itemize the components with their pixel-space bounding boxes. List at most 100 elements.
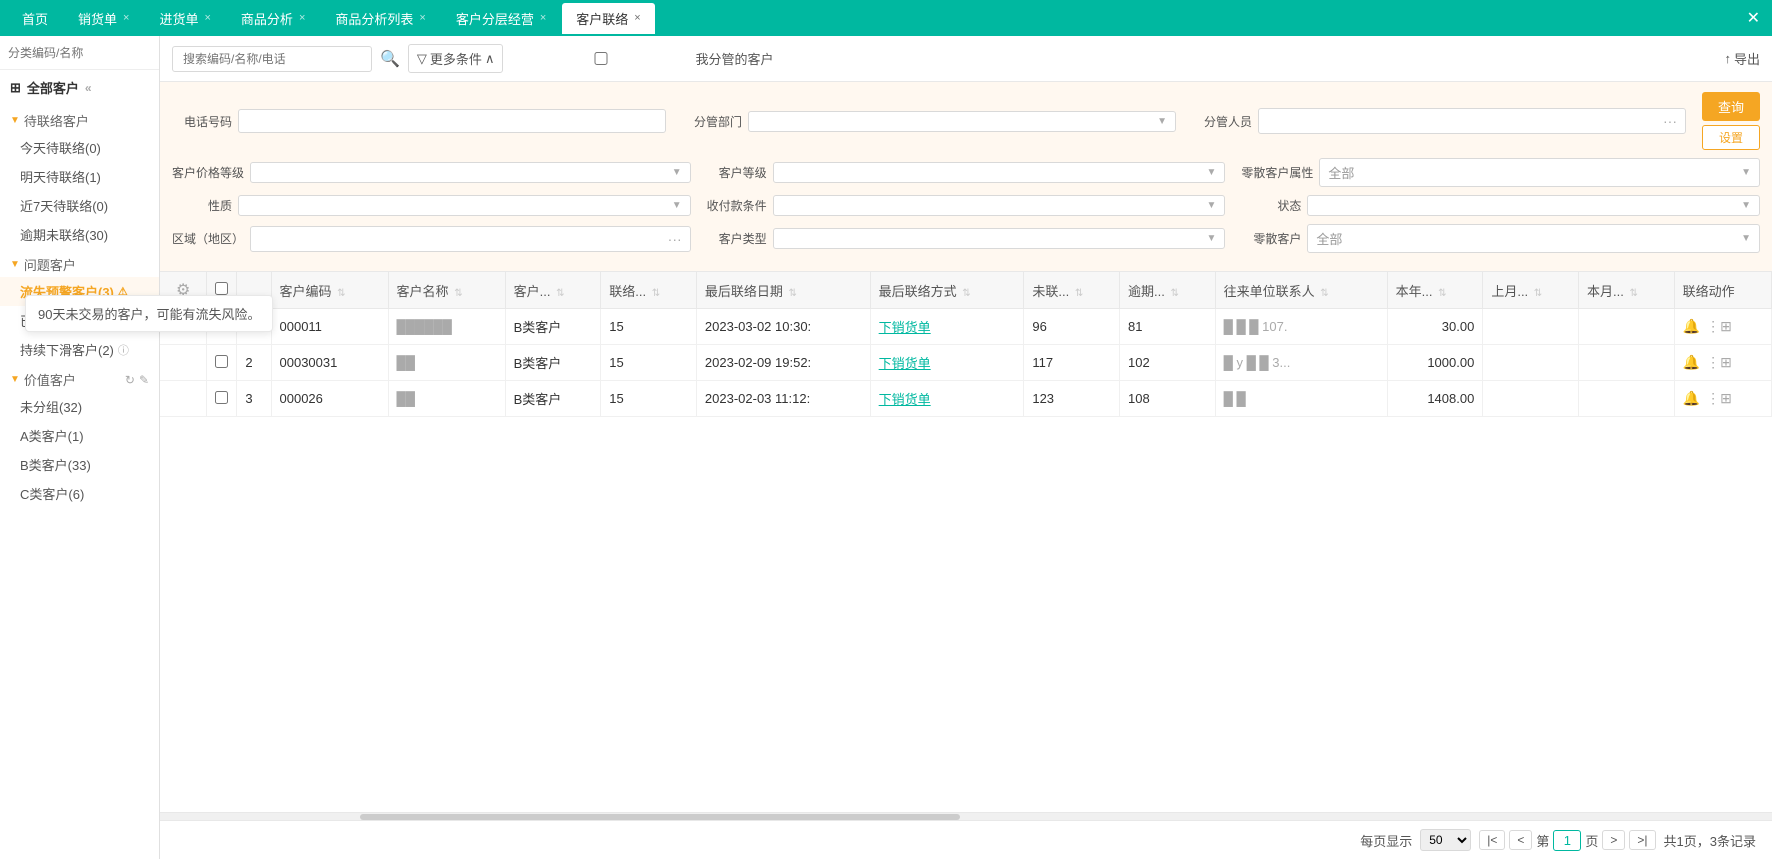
tab-purchase[interactable]: 进货单 × (145, 3, 224, 34)
filter-zero-retail-arrow: ▼ (1741, 233, 1751, 244)
th-name[interactable]: 客户名称 ⇅ (388, 272, 505, 309)
filter-customer-level-select[interactable]: ▼ (773, 162, 1226, 183)
row-last-contact-method[interactable]: 下销货单 (870, 309, 1024, 345)
filter-region-select[interactable]: ··· (250, 226, 691, 252)
th-unit-contact[interactable]: 往来单位联系人 ⇅ (1215, 272, 1387, 309)
sidebar-item-tomorrow-label: 明天待联络(1) (20, 170, 101, 185)
tab-purchase-label: 进货单 (159, 9, 198, 28)
th-code-sort: ⇅ (337, 288, 345, 299)
th-uncontacted[interactable]: 未联... ⇅ (1024, 272, 1120, 309)
sidebar-search-input[interactable] (8, 46, 160, 60)
filter-region-dots[interactable]: ··· (668, 231, 682, 247)
row-action-more[interactable]: ⋮⊞ (1706, 354, 1732, 371)
my-customers-checkbox[interactable] (511, 52, 691, 65)
filter-payment-select[interactable]: ▼ (773, 195, 1226, 216)
filter-dept-select[interactable]: ▼ (748, 111, 1176, 132)
value-group-refresh[interactable]: ↻ (125, 373, 135, 387)
th-annual[interactable]: 本年... ⇅ (1387, 272, 1483, 309)
row-last-contact-method[interactable]: 下销货单 (870, 381, 1024, 417)
row-action-contact[interactable]: 🔔 (1683, 318, 1700, 335)
sidebar-item-7days[interactable]: 近7天待联络(0) (0, 191, 159, 220)
th-last-contact-method[interactable]: 最后联络方式 ⇅ (870, 272, 1024, 309)
value-group-edit[interactable]: ✎ (139, 373, 149, 387)
th-code[interactable]: 客户编码 ⇅ (271, 272, 388, 309)
tab-analysis-list-close[interactable]: × (419, 12, 425, 24)
th-overdue[interactable]: 逾期... ⇅ (1120, 272, 1216, 309)
sidebar-group-pending[interactable]: ▼ 待联络客户 (0, 105, 159, 133)
per-page-select[interactable]: 50 100 200 (1420, 829, 1471, 851)
sidebar-item-7days-label: 近7天待联络(0) (20, 199, 108, 214)
tab-customer-contact-close[interactable]: × (634, 12, 640, 24)
filter-zero-retail-label: 零散客户 (1241, 230, 1301, 247)
tab-home[interactable]: 首页 (8, 3, 62, 34)
search-input[interactable] (172, 46, 372, 72)
search-button[interactable]: 🔍 (380, 49, 400, 69)
th-last-month[interactable]: 上月... ⇅ (1483, 272, 1579, 309)
settings-button[interactable]: 设置 (1702, 125, 1760, 150)
filter-row-1: 电话号码 分管部门 ▼ 分管人员 ··· (172, 92, 1760, 150)
th-type[interactable]: 客户... ⇅ (505, 272, 601, 309)
th-last-contact-date[interactable]: 最后联络日期 ⇅ (696, 272, 870, 309)
search-bar: 🔍 ▽ 更多条件 ∧ 我分管的客户 ↑ 导出 (160, 36, 1772, 82)
row-overdue: 102 (1120, 345, 1216, 381)
row-action-contact[interactable]: 🔔 (1683, 390, 1700, 407)
filter-manager-dots[interactable]: ··· (1663, 113, 1677, 129)
filter-status-select[interactable]: ▼ (1307, 195, 1760, 216)
sidebar-item-class-b[interactable]: B类客户(33) (0, 450, 159, 479)
sidebar-group-problem[interactable]: ▼ 问题客户 (0, 249, 159, 277)
sidebar-item-today[interactable]: 今天待联络(0) (0, 133, 159, 162)
sidebar-item-class-a[interactable]: A类客户(1) (0, 421, 159, 450)
row-name: ██ (388, 345, 505, 381)
select-all-checkbox[interactable] (215, 282, 228, 295)
page-prev-btn[interactable]: < (1509, 830, 1532, 850)
filter-price-level-select[interactable]: ▼ (250, 162, 691, 183)
sidebar-item-tomorrow[interactable]: 明天待联络(1) (0, 162, 159, 191)
page-first-btn[interactable]: |< (1479, 830, 1505, 850)
tab-analysis-close[interactable]: × (299, 12, 305, 24)
page-last-btn[interactable]: >| (1629, 830, 1655, 850)
row-checkbox[interactable] (215, 391, 228, 404)
scrollbar-thumb[interactable] (360, 814, 960, 820)
table-container: ⚙ 客户编码 ⇅ 客户名称 ⇅ (160, 272, 1772, 812)
tab-analysis-list[interactable]: 商品分析列表 × (321, 3, 439, 34)
tab-analysis[interactable]: 商品分析 × (227, 3, 319, 34)
export-button[interactable]: ↑ 导出 (1724, 49, 1760, 68)
row-action-more[interactable]: ⋮⊞ (1706, 318, 1732, 335)
row-action-more[interactable]: ⋮⊞ (1706, 390, 1732, 407)
sidebar-item-declining[interactable]: 持续下滑客户(2) ⓘ (0, 335, 159, 364)
th-contact-count[interactable]: 联络... ⇅ (601, 272, 697, 309)
row-last-contact-method[interactable]: 下销货单 (870, 345, 1024, 381)
filter-zero-retail-attr-select[interactable]: 全部 ▼ (1319, 158, 1760, 187)
th-this-month[interactable]: 本月... ⇅ (1578, 272, 1674, 309)
page-next-btn[interactable]: > (1602, 830, 1625, 850)
filter-customer-type: 客户类型 ▼ (707, 228, 1226, 249)
row-last-contact-date: 2023-02-03 11:12: (696, 381, 870, 417)
horizontal-scrollbar[interactable] (160, 812, 1772, 820)
filter-button[interactable]: ▽ 更多条件 ∧ (408, 44, 504, 73)
filter-manager-select[interactable]: ··· (1258, 108, 1686, 134)
sidebar-group-value[interactable]: ▼ 价值客户 ↻ ✎ (0, 364, 159, 392)
filter-gender-select[interactable]: ▼ (238, 195, 691, 216)
filter-customer-type-select[interactable]: ▼ (773, 228, 1226, 249)
tab-customer-tier[interactable]: 客户分层经营 × (442, 3, 560, 34)
filter-phone-input[interactable] (238, 109, 666, 133)
th-this-month-sort: ⇅ (1629, 288, 1637, 299)
sidebar-item-overdue[interactable]: 逾期未联络(30) (0, 220, 159, 249)
sidebar: 🔍 ⊞ 全部客户 « ▼ 待联络客户 今天待联络(0) 明天待联络(1) 近7天… (0, 36, 160, 859)
filter-gender: 性质 ▼ (172, 195, 691, 216)
tab-sales[interactable]: 销货单 × (64, 3, 143, 34)
row-contact-count: 15 (601, 345, 697, 381)
tab-purchase-close[interactable]: × (204, 12, 210, 24)
query-button[interactable]: 查询 (1702, 92, 1760, 121)
tab-sales-close[interactable]: × (123, 12, 129, 24)
sidebar-all-customers[interactable]: ⊞ 全部客户 « (0, 70, 159, 105)
tab-customer-tier-close[interactable]: × (540, 12, 546, 24)
sidebar-item-ungroup[interactable]: 未分组(32) (0, 392, 159, 421)
tab-customer-contact[interactable]: 客户联络 × (562, 3, 654, 34)
my-customers-label[interactable]: 我分管的客户 (511, 49, 773, 68)
row-action-contact[interactable]: 🔔 (1683, 354, 1700, 371)
close-all-button[interactable]: ✕ (1743, 4, 1764, 32)
filter-zero-retail-select[interactable]: 全部 ▼ (1307, 224, 1760, 253)
sidebar-item-class-c[interactable]: C类客户(6) (0, 479, 159, 508)
row-checkbox[interactable] (215, 355, 228, 368)
